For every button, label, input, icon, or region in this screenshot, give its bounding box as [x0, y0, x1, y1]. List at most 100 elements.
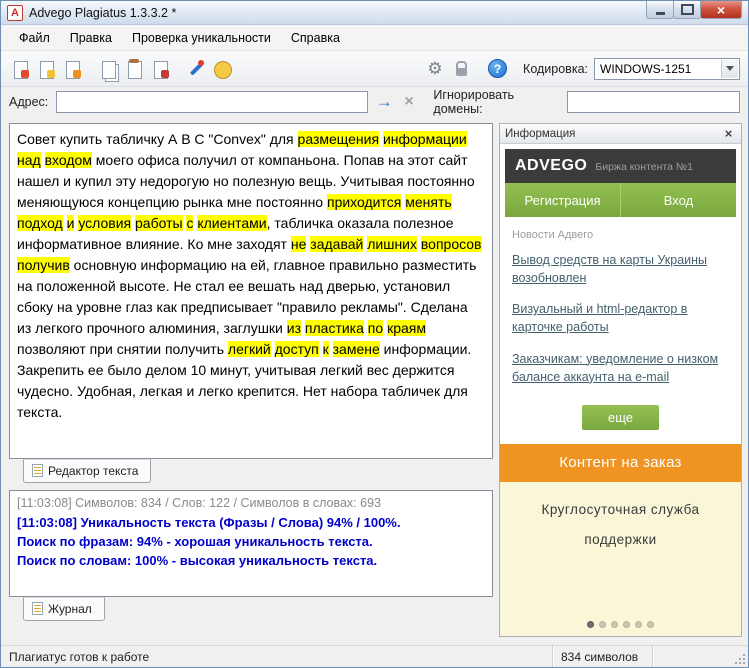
- app-window: Advego Plagiatus 1.3.3.2 * ФайлПравкаПро…: [0, 0, 749, 668]
- new-document-icon[interactable]: [9, 58, 31, 80]
- more-button[interactable]: еще: [581, 404, 659, 430]
- document-icon: [32, 464, 43, 477]
- login-button[interactable]: Вход: [621, 183, 736, 217]
- pager-dot[interactable]: [647, 621, 654, 628]
- check-uniqueness-icon[interactable]: [185, 58, 207, 80]
- advego-banner[interactable]: ADVEGO Биржа контента №1: [505, 149, 736, 183]
- help-icon[interactable]: [488, 59, 508, 78]
- proxy-lock-icon[interactable]: [450, 58, 472, 80]
- settings-gear-icon[interactable]: [424, 58, 446, 80]
- chevron-down-icon[interactable]: [721, 59, 738, 78]
- news-link[interactable]: Вывод средств на карты Украины возобновл…: [512, 251, 729, 287]
- editor-tab-row: Редактор текста: [9, 459, 493, 483]
- news-link[interactable]: Заказчикам: уведомление о низком балансе…: [512, 350, 729, 386]
- open-url-icon[interactable]: [35, 58, 57, 80]
- resize-grip[interactable]: [733, 652, 746, 665]
- highlighted-segment: входом: [44, 152, 92, 168]
- clear-address-icon[interactable]: [399, 91, 420, 113]
- support-text-line2: поддержки: [584, 531, 657, 547]
- text-segment: позволяют при снятии получить: [17, 341, 228, 357]
- window-controls: [646, 1, 742, 19]
- pager-dot[interactable]: [623, 621, 630, 628]
- encoding-value: WINDOWS-1251: [600, 61, 692, 76]
- auth-buttons: Регистрация Вход: [505, 183, 736, 217]
- menu-item-0[interactable]: Файл: [9, 27, 60, 49]
- pager-dot[interactable]: [599, 621, 606, 628]
- advego-logo: ADVEGO: [515, 157, 588, 174]
- tab-journal[interactable]: Журнал: [23, 597, 105, 621]
- tab-journal-label: Журнал: [48, 601, 92, 616]
- pager-dot[interactable]: [635, 621, 642, 628]
- advego-subtitle: Биржа контента №1: [595, 161, 693, 173]
- toolbar-group: [9, 58, 83, 80]
- status-bar: Плагиатус готов к работе 834 символов: [1, 645, 748, 667]
- clear-text-icon[interactable]: [149, 58, 171, 80]
- toolbar: Кодировка: WINDOWS-1251: [1, 51, 748, 87]
- menu-item-3[interactable]: Справка: [281, 27, 350, 49]
- text-segment: [41, 152, 45, 168]
- news-section: Новости Адвего Вывод средств на карты Ук…: [500, 217, 741, 399]
- highlighted-segment: по: [367, 320, 384, 336]
- log-result-lines: [11:03:08] Уникальность текста (Фразы / …: [17, 513, 485, 570]
- highlighted-segment: информации: [382, 131, 467, 147]
- copy-text-icon[interactable]: [97, 58, 119, 80]
- app-icon: [7, 4, 23, 21]
- more-wrap: еще: [500, 399, 741, 444]
- highlighted-segment: менять: [405, 194, 452, 210]
- highlighted-segment: не: [290, 236, 307, 252]
- pager-dot[interactable]: [587, 621, 594, 628]
- address-label: Адрес:: [9, 95, 49, 109]
- highlighted-segment: краям: [387, 320, 426, 336]
- highlighted-segment: к: [322, 341, 329, 357]
- highlighted-segment: из: [286, 320, 302, 336]
- highlighted-segment: условия: [78, 215, 132, 231]
- status-char-count: 834 символов: [552, 646, 652, 667]
- address-input[interactable]: [56, 91, 368, 113]
- highlighted-segment: получив: [17, 257, 70, 273]
- highlighted-segment: пластика: [304, 320, 364, 336]
- support-banner[interactable]: Круглосуточная служба поддержки: [500, 481, 741, 636]
- menu-item-2[interactable]: Проверка уникальности: [122, 27, 281, 49]
- tab-text-editor[interactable]: Редактор текста: [23, 459, 152, 483]
- go-arrow-icon[interactable]: [374, 91, 395, 113]
- news-title: Новости Адвего: [512, 229, 594, 241]
- log-line: [11:03:08] Уникальность текста (Фразы / …: [17, 515, 401, 530]
- highlighted-segment: задавай: [310, 236, 364, 252]
- toolbar-icons: [9, 58, 247, 80]
- highlighted-segment: замене: [332, 341, 380, 357]
- window-title: Advego Plagiatus 1.3.3.2 *: [29, 5, 177, 20]
- text-editor[interactable]: Совет купить табличку А В С "Convex" для…: [9, 123, 493, 459]
- address-bar: Адрес: Игнорировать домены:: [1, 87, 748, 117]
- highlighted-segment: приходится: [326, 194, 402, 210]
- highlighted-segment: клиентами: [197, 215, 267, 231]
- log-tab-row: Журнал: [9, 597, 493, 621]
- menu-bar: Файл Правка Проверка уникальности Справка: [1, 25, 748, 51]
- menu-item-1[interactable]: Правка: [60, 27, 122, 49]
- paste-text-icon[interactable]: [123, 58, 145, 80]
- highlighted-segment: над: [17, 152, 41, 168]
- quick-check-icon[interactable]: [211, 58, 233, 80]
- open-file-icon[interactable]: [61, 58, 83, 80]
- log-line: Поиск по фразам: 94% - хорошая уникально…: [17, 534, 373, 549]
- close-button[interactable]: [700, 1, 742, 19]
- maximize-button[interactable]: [673, 1, 701, 19]
- news-list: Вывод средств на карты Украины возобновл…: [512, 251, 729, 386]
- minimize-button[interactable]: [646, 1, 674, 19]
- info-panel-title: Информация: [505, 127, 576, 140]
- news-link[interactable]: Визуальный и html-редактор в карточке ра…: [512, 300, 729, 336]
- journal-icon: [32, 602, 43, 615]
- log-output: [11:03:08] Символов: 834 / Слов: 122 / С…: [9, 490, 493, 597]
- highlighted-segment: доступ: [274, 341, 319, 357]
- ignore-domains-input[interactable]: [567, 91, 740, 113]
- highlighted-segment: размещения: [297, 131, 380, 147]
- support-text-line1: Круглосуточная служба: [541, 501, 700, 517]
- pager-dots: [587, 621, 654, 636]
- panel-close-icon[interactable]: [721, 126, 736, 141]
- info-panel-header: Информация: [500, 124, 741, 144]
- pager-dot[interactable]: [611, 621, 618, 628]
- register-button[interactable]: Регистрация: [505, 183, 621, 217]
- title-bar[interactable]: Advego Plagiatus 1.3.3.2 *: [1, 1, 748, 25]
- order-banner[interactable]: Контент на заказ: [500, 443, 741, 482]
- editor-text[interactable]: Совет купить табличку А В С "Convex" для…: [10, 124, 492, 428]
- encoding-select[interactable]: WINDOWS-1251: [594, 57, 740, 80]
